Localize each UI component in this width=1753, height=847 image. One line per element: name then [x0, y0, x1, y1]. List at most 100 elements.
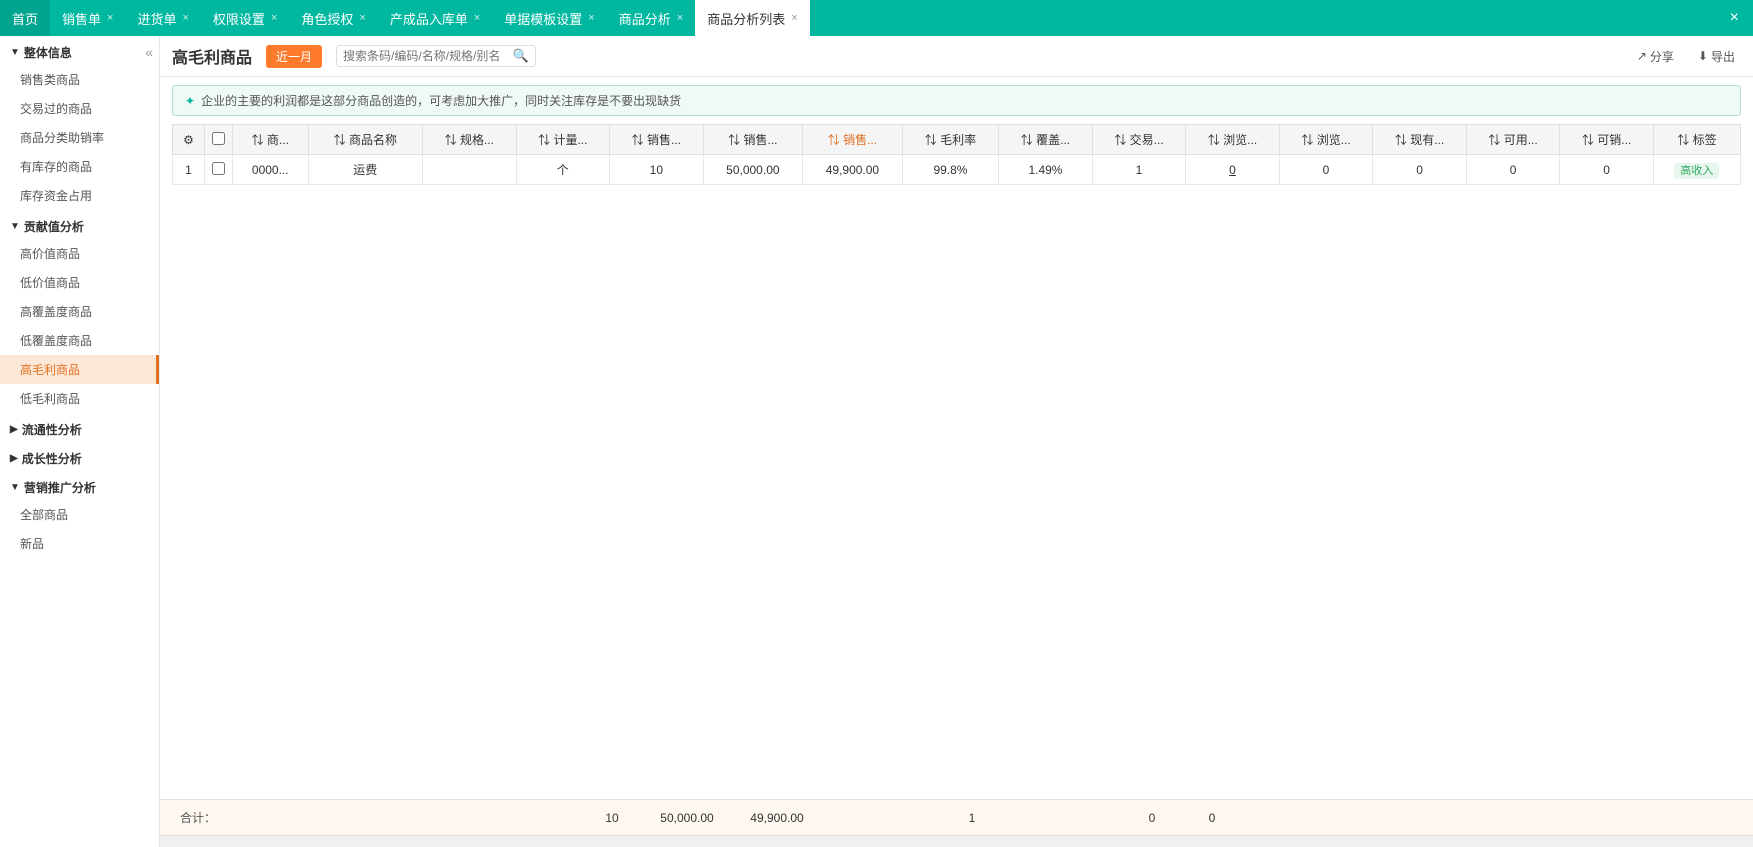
sidebar-item-high-coverage[interactable]: 高覆盖度商品	[0, 297, 159, 326]
footer-totals: 合计： 10 50,000.00 49,900.00 1 0 0	[160, 799, 1753, 835]
nav-analysis-list[interactable]: 商品分析列表 ×	[695, 0, 809, 36]
th-sales-profit[interactable]: ⇅ 销售...	[803, 125, 903, 155]
th-transaction[interactable]: ⇅ 交易...	[1092, 125, 1186, 155]
footer-spacer1	[252, 811, 284, 825]
sidebar-item-low-value[interactable]: 低价值商品	[0, 268, 159, 297]
total-label: 合计：	[172, 809, 252, 826]
sidebar-item-low-margin[interactable]: 低毛利商品	[0, 384, 159, 413]
footer-gross-margin	[822, 811, 882, 825]
select-all-checkbox[interactable]	[212, 132, 225, 145]
sidebar-group-contribution[interactable]: ▼ 贡献值分析	[0, 210, 159, 239]
sidebar-item-low-coverage[interactable]: 低覆盖度商品	[0, 326, 159, 355]
sidebar-item-in-stock-products[interactable]: 有库存的商品	[0, 152, 159, 181]
close-purchase-tab[interactable]: ×	[182, 12, 188, 24]
row-current-stock: 0	[1373, 155, 1467, 185]
th-sales-qty[interactable]: ⇅ 销售...	[610, 125, 704, 155]
th-views1[interactable]: ⇅ 浏览...	[1186, 125, 1280, 155]
close-template-tab[interactable]: ×	[588, 12, 594, 24]
row-spec	[423, 155, 517, 185]
close-analysis-list-tab[interactable]: ×	[791, 12, 797, 24]
nav-permissions[interactable]: 权限设置 ×	[201, 0, 289, 36]
sidebar-group-growth[interactable]: ▶ 成长性分析	[0, 442, 159, 471]
footer-sales-amount: 50,000.00	[642, 811, 732, 825]
th-gross-margin[interactable]: ⇅ 毛利率	[902, 125, 999, 155]
th-saleable[interactable]: ⇅ 可销...	[1560, 125, 1654, 155]
info-text: 企业的主要的利润都是这部分商品创造的，可考虑加大推广，同时关注库存是不要出现缺货	[201, 92, 681, 109]
time-filter-button[interactable]: 近一月	[266, 45, 322, 68]
sidebar-collapse-button[interactable]: «	[145, 44, 153, 60]
th-settings[interactable]: ⚙	[173, 125, 205, 155]
table-wrapper: ⚙ ⇅ 商... ⇅ 商品名称 ⇅ 规格... ⇅ 计量... ⇅ 销售... …	[160, 124, 1753, 799]
sidebar-item-traded-products[interactable]: 交易过的商品	[0, 94, 159, 123]
row-views1[interactable]: 0	[1186, 155, 1280, 185]
close-product-inbound-tab[interactable]: ×	[474, 12, 480, 24]
row-tag: 高收入	[1653, 155, 1740, 185]
th-name[interactable]: ⇅ 商品名称	[308, 125, 423, 155]
close-analysis-tab[interactable]: ×	[677, 12, 683, 24]
footer-transaction: 1	[942, 811, 1002, 825]
chevron-down-icon: ▼	[10, 221, 20, 232]
export-button[interactable]: ⬇ 导出	[1692, 45, 1741, 68]
sidebar-item-stock-capital[interactable]: 库存资金占用	[0, 181, 159, 210]
chevron-down-icon: ▼	[10, 482, 20, 493]
footer-spacer3	[312, 811, 372, 825]
footer-available-stock: 0	[1182, 811, 1242, 825]
close-roles-tab[interactable]: ×	[359, 12, 365, 24]
info-icon: ✦	[185, 94, 195, 108]
nav-product-inbound[interactable]: 产成品入库单 ×	[378, 0, 492, 36]
table-header-row: ⚙ ⇅ 商... ⇅ 商品名称 ⇅ 规格... ⇅ 计量... ⇅ 销售... …	[173, 125, 1741, 155]
th-sales-amount[interactable]: ⇅ 销售...	[703, 125, 803, 155]
sidebar-group-overview[interactable]: ▼ 整体信息	[0, 36, 159, 65]
th-checkbox[interactable]	[205, 125, 233, 155]
th-unit[interactable]: ⇅ 计量...	[516, 125, 610, 155]
top-navigation: 首页 销售单 × 进货单 × 权限设置 × 角色授权 × 产成品入库单 × 单据…	[0, 0, 1753, 36]
page-title: 高毛利商品	[172, 44, 252, 68]
row-unit: 个	[516, 155, 610, 185]
share-button[interactable]: ↗ 分享	[1631, 45, 1680, 68]
th-spec[interactable]: ⇅ 规格...	[423, 125, 517, 155]
close-all-tabs[interactable]: ×	[1716, 0, 1753, 36]
nav-purchase[interactable]: 进货单 ×	[125, 0, 200, 36]
sidebar-item-sales-products[interactable]: 销售类商品	[0, 65, 159, 94]
chevron-right-icon: ▶	[10, 453, 18, 464]
search-icon[interactable]: 🔍	[513, 48, 529, 64]
search-box[interactable]: 🔍	[336, 45, 536, 67]
horizontal-scrollbar[interactable]	[160, 835, 1753, 847]
nav-home[interactable]: 首页	[0, 0, 50, 36]
row-name: 运费	[308, 155, 423, 185]
row-views2: 0	[1279, 155, 1373, 185]
close-sales-tab[interactable]: ×	[107, 12, 113, 24]
footer-current-stock: 0	[1122, 811, 1182, 825]
th-current-stock[interactable]: ⇅ 现有...	[1373, 125, 1467, 155]
products-table: ⚙ ⇅ 商... ⇅ 商品名称 ⇅ 规格... ⇅ 计量... ⇅ 销售... …	[172, 124, 1741, 185]
export-icon: ⬇	[1698, 49, 1708, 63]
sidebar-group-liquidity[interactable]: ▶ 流通性分析	[0, 413, 159, 442]
content-header: 高毛利商品 近一月 🔍 ↗ 分享 ⬇ 导出	[160, 36, 1753, 77]
row-gross-margin: 99.8%	[902, 155, 999, 185]
nav-product-analysis[interactable]: 商品分析 ×	[607, 0, 695, 36]
footer-coverage	[882, 811, 942, 825]
nav-roles[interactable]: 角色授权 ×	[289, 0, 377, 36]
footer-views2	[1062, 811, 1122, 825]
footer-spacer5	[472, 811, 532, 825]
th-tag[interactable]: ⇅ 标签	[1653, 125, 1740, 155]
sidebar-item-high-value[interactable]: 高价值商品	[0, 239, 159, 268]
close-permissions-tab[interactable]: ×	[271, 12, 277, 24]
sidebar-group-marketing[interactable]: ▼ 营销推广分析	[0, 471, 159, 500]
th-available-stock[interactable]: ⇅ 可用...	[1466, 125, 1560, 155]
sidebar-item-all-products[interactable]: 全部商品	[0, 500, 159, 529]
search-input[interactable]	[343, 49, 513, 63]
row-select-checkbox[interactable]	[212, 162, 225, 175]
row-sales-qty: 10	[610, 155, 704, 185]
th-code[interactable]: ⇅ 商...	[233, 125, 309, 155]
nav-template-settings[interactable]: 单据模板设置 ×	[492, 0, 606, 36]
sidebar-item-new-products[interactable]: 新品	[0, 529, 159, 558]
sidebar-item-high-margin[interactable]: 高毛利商品	[0, 355, 159, 384]
row-checkbox[interactable]	[205, 155, 233, 185]
row-saleable: 0	[1560, 155, 1654, 185]
sidebar-item-category-sales-rate[interactable]: 商品分类助销率	[0, 123, 159, 152]
row-sales-amount: 50,000.00	[703, 155, 803, 185]
nav-sales[interactable]: 销售单 ×	[50, 0, 125, 36]
th-coverage[interactable]: ⇅ 覆盖...	[999, 125, 1093, 155]
th-views2[interactable]: ⇅ 浏览...	[1279, 125, 1373, 155]
